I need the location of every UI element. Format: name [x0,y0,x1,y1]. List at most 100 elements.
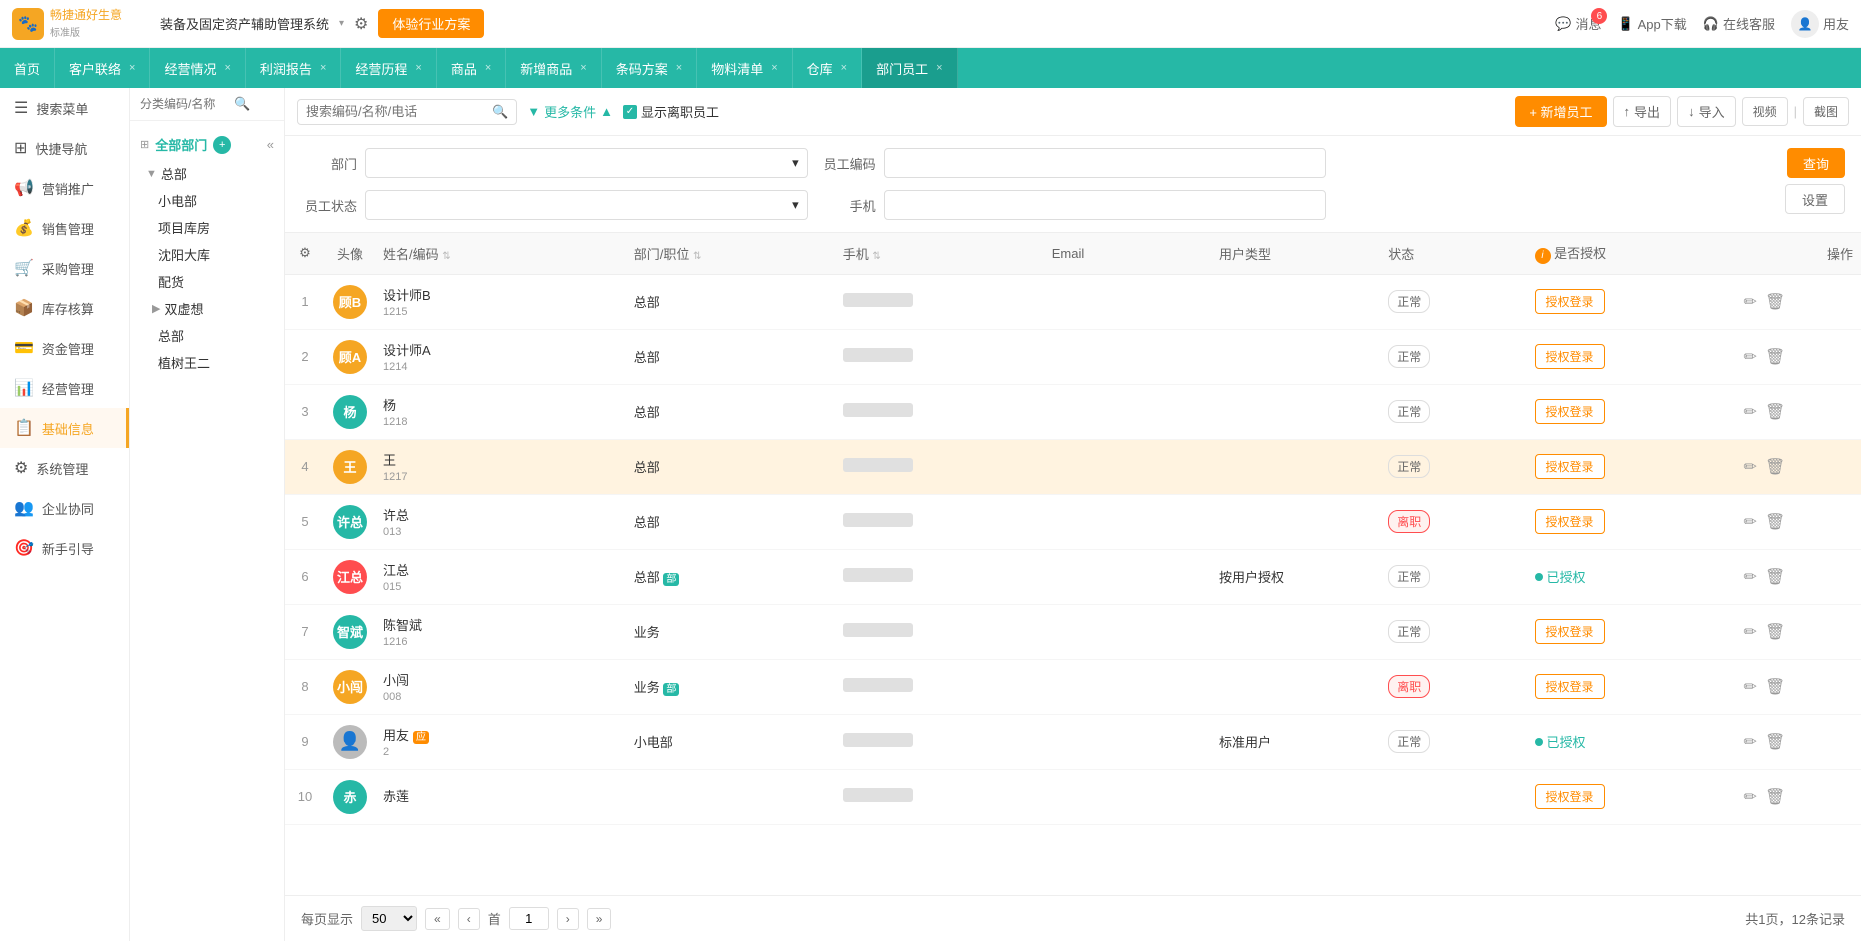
dept-node-shuangxu[interactable]: ▶ 双虚想 [130,295,284,322]
tab-customer[interactable]: 客户联络× [55,48,150,88]
tab-barcode[interactable]: 条码方案× [602,48,697,88]
show-inactive-checkbox[interactable]: ✓ [623,105,637,119]
dept-node-zongbu[interactable]: ▼ 总部 [130,160,284,187]
th-name[interactable]: 姓名/编码 ⇅ [375,233,626,274]
tab-employees[interactable]: 部门员工× [862,48,957,88]
prev-page-btn[interactable]: ‹ [458,908,480,930]
dept-all-row[interactable]: ⊞ 全部部门 + « [130,129,284,160]
dept-node-xiaodibu[interactable]: 小电部 [130,187,284,214]
delete-icon[interactable]: 🗑 [1765,567,1785,587]
auth-login-btn[interactable]: 授权登录 [1535,289,1605,314]
dept-node-peihuo[interactable]: 配货 [130,268,284,295]
import-btn[interactable]: ↓ 导入 [1677,96,1736,127]
tab-operation[interactable]: 经营情况× [150,48,245,88]
more-filter-btn[interactable]: ▼ 更多条件 ▲ [527,102,613,121]
filter-phone-input[interactable] [884,190,1327,220]
th-phone[interactable]: 手机 ⇅ [835,233,1044,274]
tab-employees-close[interactable]: × [936,62,942,74]
app-download-btn[interactable]: 📱 App下载 [1617,14,1686,33]
sidebar-item-purchase[interactable]: 🛒 采购管理 [0,248,129,288]
tab-profit[interactable]: 利润报告× [246,48,341,88]
filter-status-select[interactable]: ▾ [365,190,808,220]
dept-collapse-btn[interactable]: « [267,137,274,152]
search-input[interactable] [306,104,486,119]
tab-bom-close[interactable]: × [771,62,777,74]
reset-btn[interactable]: 设置 [1785,184,1845,214]
edit-icon[interactable]: ✏ [1744,732,1757,752]
edit-icon[interactable]: ✏ [1744,292,1757,312]
sidebar-item-guide[interactable]: 🎯 新手引导 [0,528,129,568]
next-page-btn[interactable]: › [557,908,579,930]
edit-icon[interactable]: ✏ [1744,402,1757,422]
filter-dept-select[interactable]: ▾ [365,148,808,178]
tab-bom[interactable]: 物料清单× [697,48,792,88]
edit-icon[interactable]: ✏ [1744,457,1757,477]
delete-icon[interactable]: 🗑 [1765,622,1785,642]
auth-login-btn[interactable]: 授权登录 [1535,784,1605,809]
tab-operation-close[interactable]: × [224,62,230,74]
view-btn[interactable]: 视频 [1742,97,1788,126]
export-btn[interactable]: ↑ 导出 [1613,96,1672,127]
edit-icon[interactable]: ✏ [1744,512,1757,532]
tab-warehouse-close[interactable]: × [841,62,847,74]
auth-login-btn[interactable]: 授权登录 [1535,454,1605,479]
tab-goods[interactable]: 商品× [437,48,506,88]
system-title-dropdown-icon[interactable]: ▾ [339,18,344,29]
dept-node-xiangmu[interactable]: 项目库房 [130,214,284,241]
user-menu[interactable]: 👤 用友 [1791,10,1849,38]
th-settings[interactable]: ⚙ [285,233,325,274]
show-inactive-toggle[interactable]: ✓ 显示离职员工 [623,102,719,121]
edit-icon[interactable]: ✏ [1744,622,1757,642]
page-num-input[interactable] [509,907,549,930]
tab-history-close[interactable]: × [415,62,421,74]
sidebar-item-basic[interactable]: 📋 基础信息 [0,408,129,448]
edit-icon[interactable]: ✏ [1744,347,1757,367]
auth-login-btn[interactable]: 授权登录 [1535,619,1605,644]
sidebar-item-management[interactable]: 📊 经营管理 [0,368,129,408]
tab-new-goods[interactable]: 新增商品× [506,48,601,88]
sort-name-icon[interactable]: ⇅ [442,251,450,262]
settings-icon[interactable]: ⚙ [354,14,368,34]
page-size-select[interactable]: 50 20 100 [361,906,417,931]
dept-search-icon[interactable]: 🔍 [234,96,250,112]
dept-node-shenyang[interactable]: 沈阳大库 [130,241,284,268]
delete-icon[interactable]: 🗑 [1765,292,1785,312]
delete-icon[interactable]: 🗑 [1765,457,1785,477]
delete-icon[interactable]: 🗑 [1765,512,1785,532]
delete-icon[interactable]: 🗑 [1765,732,1785,752]
auth-login-btn[interactable]: 授权登录 [1535,344,1605,369]
dept-node-zhishu[interactable]: 植树王二 [130,349,284,376]
sidebar-item-collab[interactable]: 👥 企业协同 [0,488,129,528]
delete-icon[interactable]: 🗑 [1765,347,1785,367]
tab-warehouse[interactable]: 仓库× [793,48,862,88]
dept-add-btn[interactable]: + [213,136,231,154]
auth-login-btn[interactable]: 授权登录 [1535,399,1605,424]
edit-icon[interactable]: ✏ [1744,677,1757,697]
tab-home[interactable]: 首页 [0,48,55,88]
tab-new-goods-close[interactable]: × [580,62,586,74]
sidebar-item-marketing[interactable]: 📢 营销推广 [0,168,129,208]
sidebar-item-inventory[interactable]: 📦 库存核算 [0,288,129,328]
online-service-btn[interactable]: 🎧 在线客服 [1703,14,1775,33]
try-btn[interactable]: 体验行业方案 [378,9,484,38]
delete-icon[interactable]: 🗑 [1765,787,1785,807]
auth-login-btn[interactable]: 授权登录 [1535,674,1605,699]
tab-profit-close[interactable]: × [320,62,326,74]
auth-login-btn[interactable]: 授权登录 [1535,509,1605,534]
sidebar-item-shortcut[interactable]: ⊞ 快捷导航 [0,128,129,168]
query-btn[interactable]: 查询 [1787,148,1845,178]
dept-search-input[interactable] [140,97,230,111]
delete-icon[interactable]: 🗑 [1765,402,1785,422]
sidebar-item-system[interactable]: ⚙ 系统管理 [0,448,129,488]
tab-goods-close[interactable]: × [485,62,491,74]
sidebar-item-finance[interactable]: 💳 资金管理 [0,328,129,368]
sort-phone-icon[interactable]: ⇅ [872,251,880,262]
first-page-btn[interactable]: « [425,908,450,930]
sort-dept-icon[interactable]: ⇅ [693,251,701,262]
search-icon-btn[interactable]: 🔍 [492,104,508,120]
delete-icon[interactable]: 🗑 [1765,677,1785,697]
last-page-btn[interactable]: » [587,908,612,930]
dept-node-zongbu2[interactable]: 总部 [130,322,284,349]
th-dept[interactable]: 部门/职位 ⇅ [626,233,835,274]
edit-icon[interactable]: ✏ [1744,567,1757,587]
